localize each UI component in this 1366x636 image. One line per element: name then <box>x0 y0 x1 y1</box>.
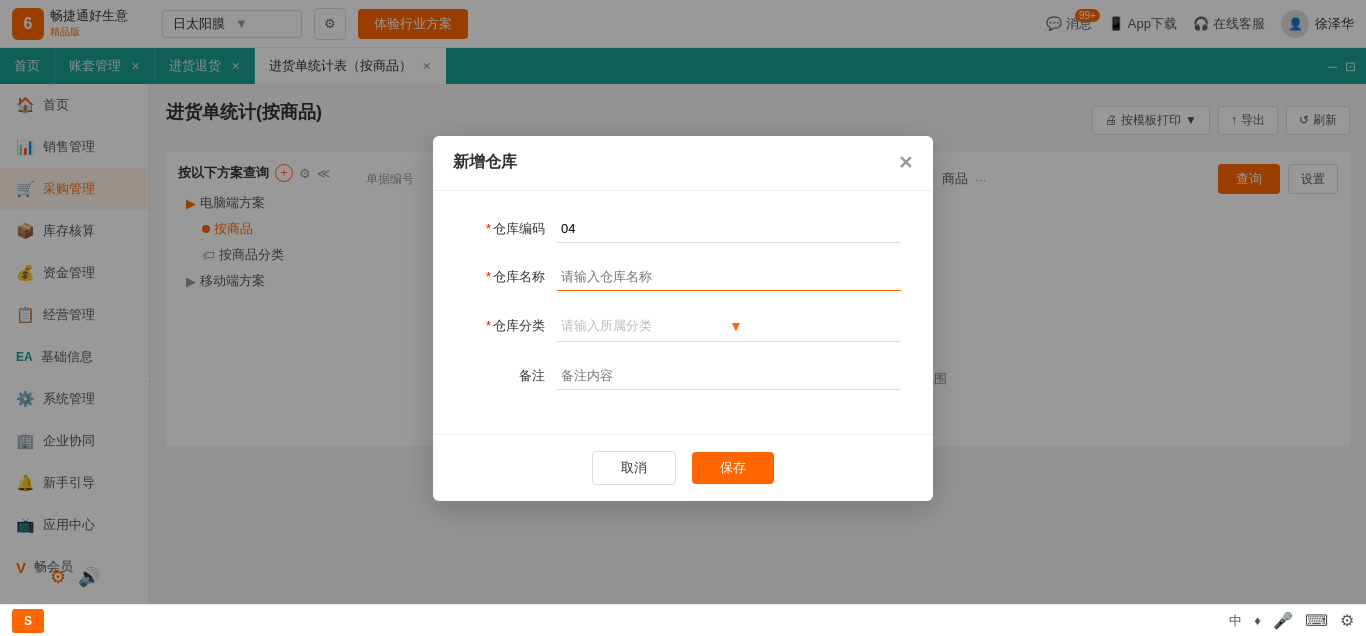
save-button[interactable]: 保存 <box>692 452 774 484</box>
category-label: 仓库分类 <box>465 317 545 335</box>
name-input[interactable] <box>557 263 901 291</box>
bottom-mic-icon[interactable]: 🎤 <box>1273 611 1293 630</box>
bottom-cn-icon[interactable]: 中 <box>1229 612 1242 630</box>
modal-title: 新增仓库 <box>453 152 517 173</box>
brand-icon: S <box>12 609 44 633</box>
bottom-settings-icon[interactable]: ⚙ <box>1340 611 1354 630</box>
category-placeholder: 请输入所属分类 <box>561 317 729 335</box>
remark-input[interactable] <box>557 362 901 390</box>
category-select[interactable]: 请输入所属分类 ▼ <box>557 311 901 342</box>
cancel-button[interactable]: 取消 <box>592 451 676 485</box>
code-label: 仓库编码 <box>465 220 545 238</box>
name-label: 仓库名称 <box>465 268 545 286</box>
close-icon[interactable]: ✕ <box>898 152 913 174</box>
modal-new-warehouse: 新增仓库 ✕ 仓库编码 仓库名称 仓库分类 请输入所属分类 ▼ 备注 <box>433 136 933 501</box>
bottom-keyboard-icon[interactable]: ⌨ <box>1305 611 1328 630</box>
modal-overlay[interactable]: 新增仓库 ✕ 仓库编码 仓库名称 仓库分类 请输入所属分类 ▼ 备注 <box>0 0 1366 636</box>
bottom-bar: S 中 ♦ 🎤 ⌨ ⚙ <box>0 604 1366 636</box>
form-row-remark: 备注 <box>465 362 901 390</box>
form-row-code: 仓库编码 <box>465 215 901 243</box>
code-input[interactable] <box>557 215 901 243</box>
modal-body: 仓库编码 仓库名称 仓库分类 请输入所属分类 ▼ 备注 <box>433 191 933 434</box>
category-dropdown-icon: ▼ <box>729 318 897 334</box>
form-row-category: 仓库分类 请输入所属分类 ▼ <box>465 311 901 342</box>
form-row-name: 仓库名称 <box>465 263 901 291</box>
modal-header: 新增仓库 ✕ <box>433 136 933 191</box>
remark-label: 备注 <box>465 367 545 385</box>
modal-footer: 取消 保存 <box>433 434 933 501</box>
bottom-diamond-icon[interactable]: ♦ <box>1254 613 1261 628</box>
